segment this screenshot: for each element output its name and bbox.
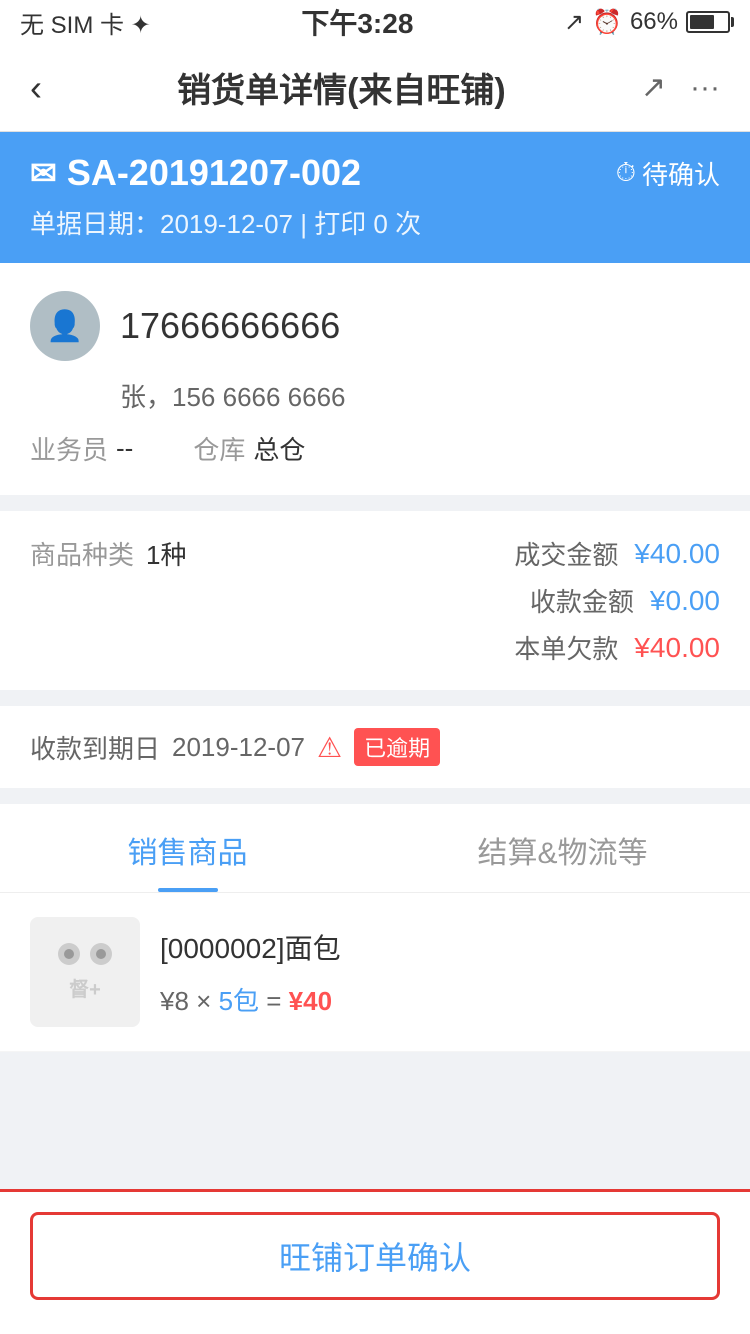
price-quantity: 5包 <box>219 986 259 1016</box>
owl-eye-inner-left <box>64 949 74 959</box>
customer-phone: 17666666666 <box>120 305 340 347</box>
customer-meta: 业务员 -- 仓库 总仓 <box>30 430 720 467</box>
table-row: 督+ [0000002]面包 ¥8 × 5包 = ¥40 <box>0 893 750 1052</box>
product-price: ¥8 × 5包 = ¥40 <box>160 981 720 1018</box>
order-status: ⏱ 待确认 <box>616 155 720 192</box>
status-left: 无 SIM 卡 ✦ <box>20 5 151 40</box>
warehouse-label: 仓库 <box>193 430 245 467</box>
product-logo: 督+ <box>45 942 125 1002</box>
status-right: ↗ ⏰ 66% <box>564 8 730 37</box>
due-date-value: 2019-12-07 <box>172 732 305 763</box>
status-clock-icon: ⏱ <box>616 157 636 189</box>
page-title: 销货单详情(来自旺铺) <box>177 63 506 112</box>
owl-eye-left <box>58 943 80 965</box>
order-id-text: SA-20191207-002 <box>67 152 361 194</box>
received-row: 收款金额 ¥0.00 <box>514 582 720 619</box>
product-list: 督+ [0000002]面包 ¥8 × 5包 = ¥40 <box>0 893 750 1052</box>
price-base: ¥8 × <box>160 986 219 1016</box>
received-label: 收款金额 <box>530 582 634 619</box>
battery-icon <box>686 11 730 33</box>
status-time: 下午3:28 <box>301 2 413 42</box>
nav-actions: ↗ ··· <box>641 70 720 105</box>
due-label: 收款到期日 <box>30 729 160 766</box>
tabs-row: 销售商品 结算&物流等 <box>0 804 750 893</box>
product-thumbnail: 督+ <box>30 917 140 1027</box>
more-icon[interactable]: ··· <box>690 71 720 105</box>
salesperson-value: -- <box>116 433 133 464</box>
summary-section: 商品种类 1种 成交金额 ¥40.00 收款金额 ¥0.00 本单欠款 ¥40.… <box>0 511 750 690</box>
received-value: ¥0.00 <box>650 585 720 617</box>
owed-row: 本单欠款 ¥40.00 <box>514 629 720 666</box>
tab-settlement-label: 结算&物流等 <box>477 837 647 870</box>
due-section: 收款到期日 2019-12-07 ⚠ 已逾期 <box>0 706 750 788</box>
battery-percent: 66% <box>630 8 678 36</box>
summary-left: 商品种类 1种 <box>30 535 186 572</box>
deal-amount-label: 成交金额 <box>514 535 618 572</box>
status-bar: 无 SIM 卡 ✦ 下午3:28 ↗ ⏰ 66% <box>0 0 750 44</box>
summary-right: 成交金额 ¥40.00 收款金额 ¥0.00 本单欠款 ¥40.00 <box>514 535 720 666</box>
share-icon[interactable]: ↗ <box>641 70 666 105</box>
tab-products[interactable]: 销售商品 <box>0 804 375 892</box>
nav-bar: ‹ 销货单详情(来自旺铺) ↗ ··· <box>0 44 750 132</box>
owed-label: 本单欠款 <box>514 629 618 666</box>
deal-amount-row: 成交金额 ¥40.00 <box>514 535 720 572</box>
bottom-action: 旺铺订单确认 <box>0 1189 750 1334</box>
overdue-icon: ⚠ <box>317 731 342 764</box>
avatar: 👤 <box>30 291 100 361</box>
confirm-button[interactable]: 旺铺订单确认 <box>30 1212 720 1300</box>
product-name: [0000002]面包 <box>160 927 720 967</box>
order-date: 单据日期：2019-12-07 | 打印 0 次 <box>30 204 720 241</box>
customer-contact: 张，156 6666 6666 <box>120 377 720 414</box>
owl-plus-icon: 督+ <box>69 973 101 1002</box>
alarm-icon: ⏰ <box>592 8 622 37</box>
owl-eyes <box>58 943 112 965</box>
sim-status: 无 SIM 卡 ✦ <box>20 5 151 40</box>
overdue-badge: 已逾期 <box>354 728 440 766</box>
warehouse-value: 总仓 <box>253 430 305 467</box>
back-button[interactable]: ‹ <box>30 67 42 109</box>
avatar-icon: 👤 <box>46 309 83 344</box>
owl-eye-inner-right <box>96 949 106 959</box>
order-id: ✉ SA-20191207-002 <box>30 152 361 194</box>
status-text: 待确认 <box>642 155 720 192</box>
customer-section: 👤 17666666666 张，156 6666 6666 业务员 -- 仓库 … <box>0 263 750 495</box>
warehouse-item: 仓库 总仓 <box>193 430 305 467</box>
order-banner: ✉ SA-20191207-002 ⏱ 待确认 单据日期：2019-12-07 … <box>0 132 750 263</box>
location-icon: ↗ <box>564 8 584 37</box>
owed-value: ¥40.00 <box>634 632 720 664</box>
deal-amount-value: ¥40.00 <box>634 538 720 570</box>
product-type-value: 1种 <box>146 535 186 572</box>
tabs-section: 销售商品 结算&物流等 督+ <box>0 804 750 1052</box>
product-info: [0000002]面包 ¥8 × 5包 = ¥40 <box>160 927 720 1018</box>
battery-fill <box>690 15 714 29</box>
salesperson-label: 业务员 <box>30 430 108 467</box>
product-type-label: 商品种类 <box>30 535 134 572</box>
price-total: ¥40 <box>289 986 332 1016</box>
salesperson-item: 业务员 -- <box>30 430 133 467</box>
owl-eye-right <box>90 943 112 965</box>
customer-row: 👤 17666666666 <box>30 291 720 361</box>
tab-settlement[interactable]: 结算&物流等 <box>375 804 750 892</box>
tab-products-label: 销售商品 <box>128 837 248 870</box>
price-equals: = <box>259 986 289 1016</box>
order-icon: ✉ <box>30 154 57 192</box>
